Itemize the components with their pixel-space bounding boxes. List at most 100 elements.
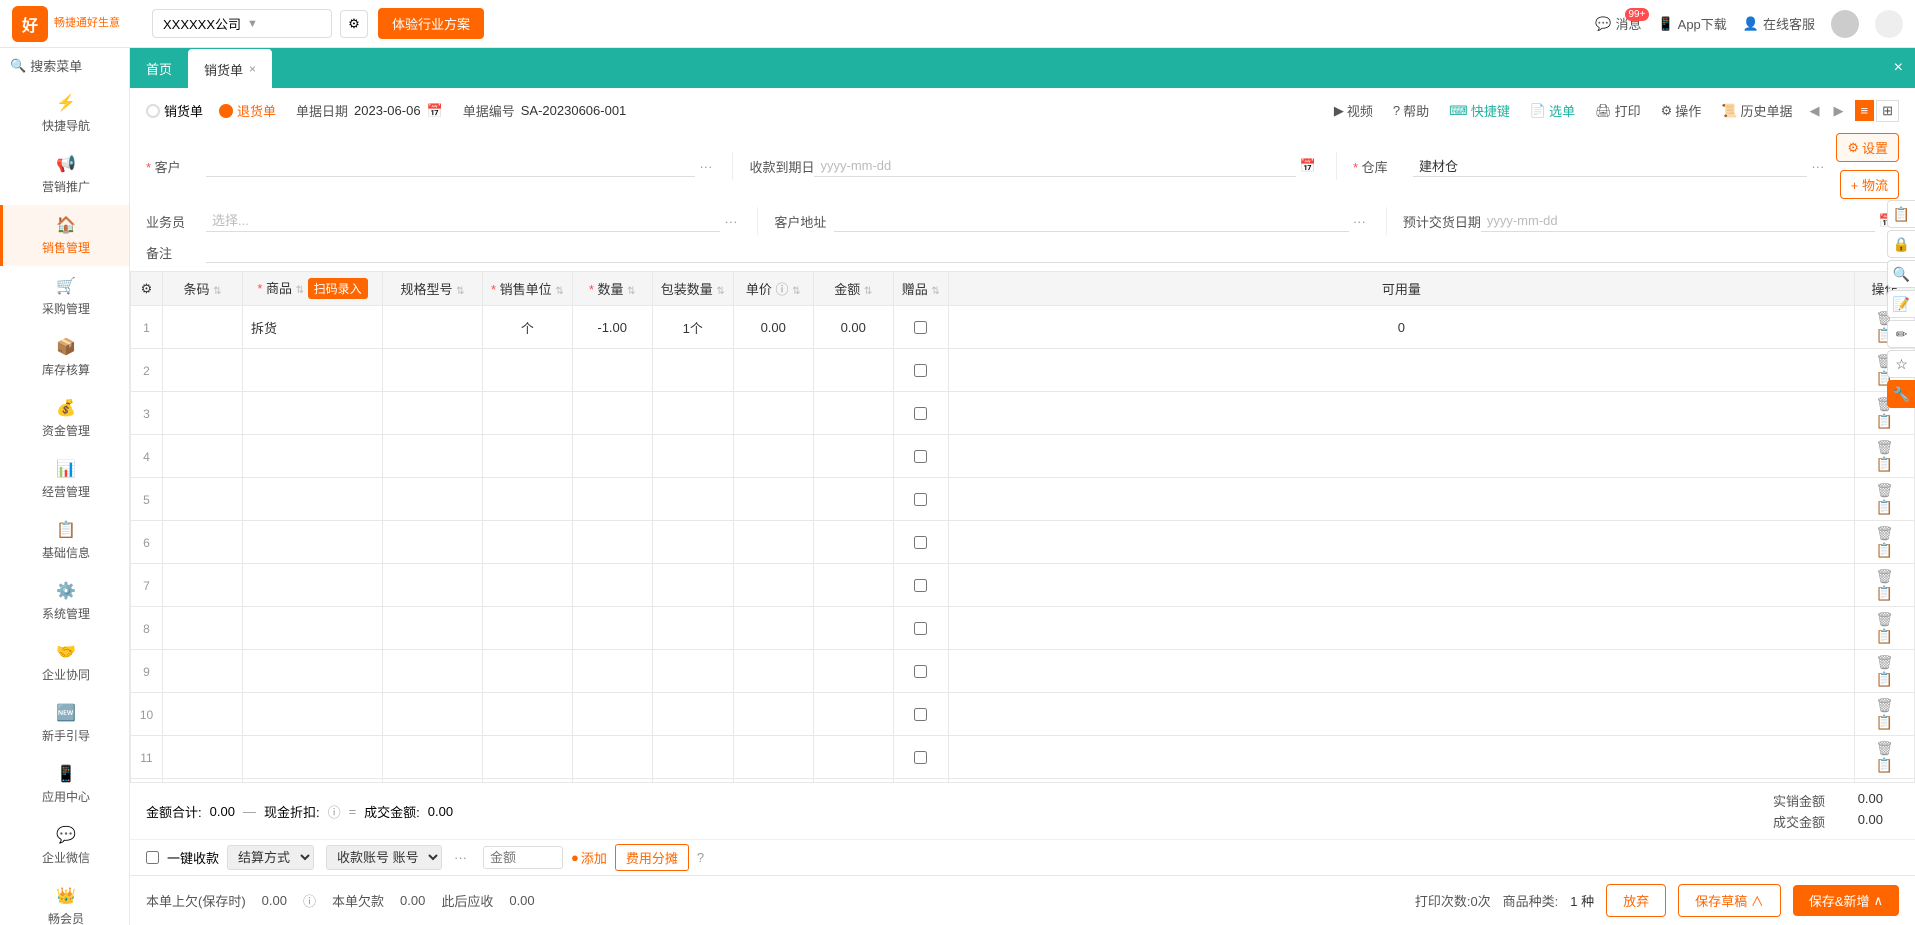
row-qty[interactable] [572, 478, 652, 521]
company-selector[interactable]: XXXXXX公司 ▼ [152, 9, 332, 38]
row-barcode[interactable] [163, 478, 243, 521]
grid-view-btn[interactable]: ⊞ [1876, 100, 1899, 122]
gift-checkbox[interactable] [914, 665, 927, 678]
row-amount[interactable] [813, 564, 893, 607]
warehouse-input[interactable] [1413, 155, 1807, 177]
row-pack-qty[interactable] [652, 392, 733, 435]
gift-checkbox[interactable] [914, 364, 927, 377]
row-unit[interactable] [483, 435, 573, 478]
user-avatar2[interactable] [1875, 10, 1903, 38]
amount-input[interactable] [483, 846, 563, 869]
row-barcode[interactable] [163, 650, 243, 693]
row-price[interactable] [733, 650, 813, 693]
amount-sort[interactable]: ⇅ [864, 286, 872, 297]
add-pay-button[interactable]: ● 添加 [571, 848, 607, 867]
sidebar-item-member[interactable]: 👑 畅会员 [0, 876, 129, 925]
row-amount[interactable] [813, 435, 893, 478]
gift-checkbox[interactable] [914, 407, 927, 420]
row-barcode[interactable] [163, 435, 243, 478]
float-btn-4[interactable]: 📝 [1887, 290, 1915, 318]
print-btn[interactable]: 🖨 打印 [1589, 98, 1647, 123]
fee-split-button[interactable]: 费用分摊 [615, 844, 689, 871]
save-new-button[interactable]: 保存&新增 ∧ [1793, 885, 1899, 916]
expected-delivery-input[interactable] [1481, 210, 1875, 232]
row-barcode[interactable] [163, 306, 243, 349]
payment-cal-icon[interactable]: 📅 [1296, 158, 1320, 174]
row-unit[interactable] [483, 478, 573, 521]
row-qty[interactable] [572, 607, 652, 650]
sidebar-item-apps[interactable]: 📱 应用中心 [0, 754, 129, 815]
customer-more-btn[interactable]: ··· [695, 159, 716, 174]
discard-button[interactable]: 放弃 [1606, 884, 1666, 917]
customer-address-input[interactable] [834, 210, 1348, 232]
row-qty[interactable]: -1.00 [572, 306, 652, 349]
row-qty[interactable] [572, 521, 652, 564]
sidebar-item-marketing[interactable]: 📢 营销推广 [0, 144, 129, 205]
row-gift[interactable] [893, 564, 948, 607]
row-copy-icon[interactable]: 📋 [1874, 497, 1895, 517]
row-amount[interactable] [813, 349, 893, 392]
row-product[interactable] [243, 478, 383, 521]
row-copy-icon[interactable]: 📋 [1874, 411, 1895, 431]
row-gift[interactable] [893, 521, 948, 564]
operation-btn[interactable]: ⚙ 操作 [1655, 98, 1708, 123]
save-draft-button[interactable]: 保存草稿 ∧ [1678, 884, 1781, 917]
row-amount[interactable] [813, 478, 893, 521]
row-barcode[interactable] [163, 693, 243, 736]
row-gift[interactable] [893, 306, 948, 349]
row-spec[interactable] [383, 693, 483, 736]
unit-sort[interactable]: ⇅ [555, 286, 563, 297]
row-amount[interactable] [813, 607, 893, 650]
row-gift[interactable] [893, 607, 948, 650]
shortcut-btn[interactable]: ⌨ 快捷键 [1443, 98, 1516, 123]
row-product[interactable] [243, 607, 383, 650]
row-spec[interactable] [383, 564, 483, 607]
row-pack-qty[interactable]: 1个 [652, 306, 733, 349]
row-price[interactable]: 0.00 [733, 306, 813, 349]
sidebar-item-quick-nav[interactable]: ⚡ 快捷导航 [0, 83, 129, 144]
row-copy-icon[interactable]: 📋 [1874, 626, 1895, 646]
row-pack-qty[interactable] [652, 607, 733, 650]
row-pack-qty[interactable] [652, 650, 733, 693]
row-copy-icon[interactable]: 📋 [1874, 669, 1895, 689]
row-qty[interactable] [572, 736, 652, 779]
salesperson-more-btn[interactable]: ··· [720, 214, 741, 229]
float-btn-2[interactable]: 🔒 [1887, 230, 1915, 258]
float-btn-5[interactable]: ✏ [1887, 320, 1915, 348]
row-pack-qty[interactable] [652, 478, 733, 521]
row-qty[interactable] [572, 435, 652, 478]
row-unit[interactable] [483, 564, 573, 607]
radio-return[interactable]: 退货单 [219, 101, 276, 120]
gift-checkbox[interactable] [914, 450, 927, 463]
col-settings[interactable]: ⚙ [131, 272, 163, 306]
notes-input[interactable] [206, 241, 1899, 263]
sidebar-item-base[interactable]: 📋 基础信息 [0, 510, 129, 571]
salesperson-input[interactable] [206, 210, 720, 232]
close-window-icon[interactable]: × [1890, 55, 1907, 81]
row-copy-icon[interactable]: 📋 [1874, 454, 1895, 474]
row-price[interactable] [733, 478, 813, 521]
customer-address-more-btn[interactable]: ··· [1349, 214, 1370, 229]
online-service-button[interactable]: 👤 在线客服 [1743, 14, 1815, 33]
row-price[interactable] [733, 564, 813, 607]
row-spec[interactable] [383, 521, 483, 564]
row-pack-qty[interactable] [652, 693, 733, 736]
payment-method-select[interactable]: 结算方式 [227, 845, 314, 870]
row-pack-qty[interactable] [652, 736, 733, 779]
row-pack-qty[interactable] [652, 521, 733, 564]
row-barcode[interactable] [163, 392, 243, 435]
row-product[interactable] [243, 435, 383, 478]
row-product[interactable]: 拆货 [243, 306, 383, 349]
row-amount[interactable] [813, 736, 893, 779]
row-product[interactable] [243, 564, 383, 607]
qty-sort[interactable]: ⇅ [627, 286, 635, 297]
row-price[interactable] [733, 693, 813, 736]
row-price[interactable] [733, 521, 813, 564]
row-barcode[interactable] [163, 564, 243, 607]
help-btn[interactable]: ? 帮助 [1387, 98, 1435, 123]
customer-input[interactable] [206, 155, 695, 177]
tab-sales-order[interactable]: 销货单 × [188, 49, 272, 89]
cash-discount-info[interactable]: ⓘ [328, 802, 341, 821]
row-copy-icon[interactable]: 📋 [1874, 583, 1895, 603]
row-unit[interactable] [483, 392, 573, 435]
